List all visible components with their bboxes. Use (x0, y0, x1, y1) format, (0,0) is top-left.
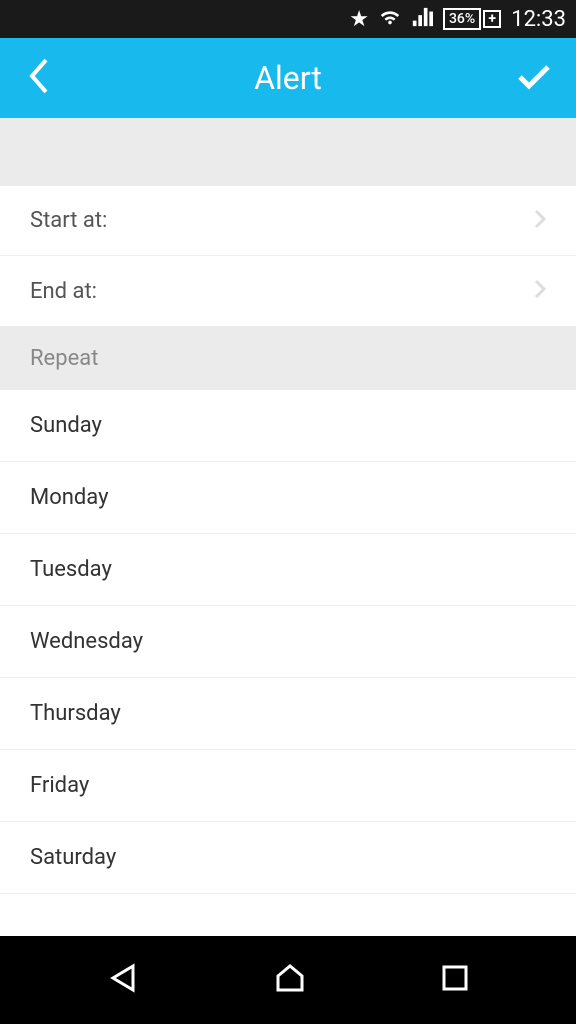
battery-percent: 36% (449, 11, 475, 27)
day-label: Wednesday (30, 629, 143, 654)
day-label: Friday (30, 773, 89, 798)
battery-plus-icon: + (483, 10, 501, 28)
battery-indicator: 36% + (443, 8, 501, 30)
repeat-header-label: Repeat (30, 346, 98, 371)
start-time-row[interactable]: Start at: (0, 186, 576, 256)
nav-recent-button[interactable] (441, 964, 469, 996)
day-label: Tuesday (30, 557, 112, 582)
chevron-right-icon (534, 279, 546, 303)
spacer (0, 118, 576, 186)
day-row-friday[interactable]: Friday (0, 750, 576, 822)
status-time: 12:33 (511, 7, 566, 32)
days-section: Sunday Monday Tuesday Wednesday Thursday… (0, 390, 576, 936)
end-time-row[interactable]: End at: (0, 256, 576, 326)
chevron-right-icon (534, 209, 546, 233)
start-time-label: Start at: (30, 208, 107, 233)
nav-back-button[interactable] (107, 962, 139, 998)
day-row-sunday[interactable]: Sunday (0, 390, 576, 462)
nav-home-button[interactable] (274, 962, 306, 998)
status-bar: ★ 36% + 12:33 (0, 0, 576, 38)
time-settings-section: Start at: End at: (0, 186, 576, 326)
wifi-icon (379, 6, 401, 32)
day-row-tuesday[interactable]: Tuesday (0, 534, 576, 606)
app-header: Alert (0, 38, 576, 118)
day-label: Saturday (30, 845, 116, 870)
day-row-saturday[interactable]: Saturday (0, 822, 576, 894)
back-button[interactable] (24, 56, 52, 100)
day-row-wednesday[interactable]: Wednesday (0, 606, 576, 678)
confirm-button[interactable] (516, 61, 552, 95)
page-title: Alert (254, 59, 322, 97)
day-row-monday[interactable]: Monday (0, 462, 576, 534)
content-area: Start at: End at: Repeat Sunday Monday T… (0, 118, 576, 936)
day-label: Thursday (30, 701, 121, 726)
star-icon: ★ (349, 7, 369, 32)
repeat-section-header: Repeat (0, 326, 576, 390)
signal-icon (411, 6, 433, 32)
end-time-label: End at: (30, 279, 97, 304)
day-label: Sunday (30, 413, 102, 438)
day-label: Monday (30, 485, 109, 510)
day-row-thursday[interactable]: Thursday (0, 678, 576, 750)
navigation-bar (0, 936, 576, 1024)
